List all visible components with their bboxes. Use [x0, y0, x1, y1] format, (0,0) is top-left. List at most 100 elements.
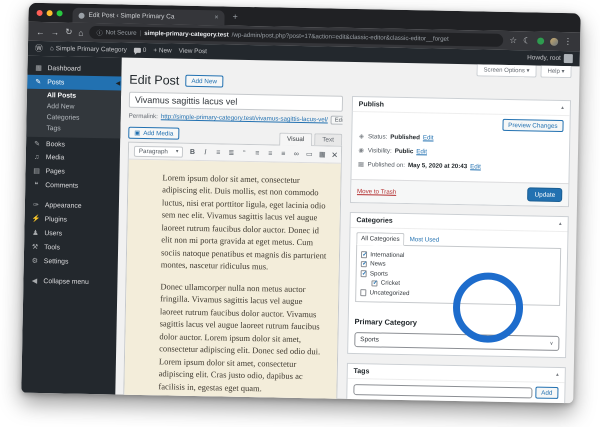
tags-hint: Separate tags with commas — [353, 400, 558, 403]
bookmark-star-icon[interactable]: ☆ — [509, 35, 517, 46]
checkbox-checked[interactable] — [360, 251, 368, 258]
active-menu-arrow-icon: ◀ — [115, 80, 121, 88]
new-tab-button[interactable]: + — [232, 11, 237, 21]
admin-bar-view-post[interactable]: View Post — [179, 48, 207, 56]
howdy-label[interactable]: Howdy, root — [527, 54, 561, 62]
edit-status-link[interactable]: Edit — [423, 133, 434, 143]
checkbox-checked[interactable] — [371, 279, 378, 287]
posts-pin-icon: ✎ — [35, 78, 42, 86]
checkbox-checked[interactable] — [360, 270, 368, 277]
move-to-trash-link[interactable]: Move to Trash — [357, 188, 396, 196]
submenu-tags[interactable]: Tags — [26, 123, 120, 136]
post-title-input[interactable] — [128, 91, 343, 112]
blockquote-icon[interactable]: “ — [240, 149, 248, 156]
back-icon[interactable]: ← — [36, 26, 45, 36]
sidebar-item-comments[interactable]: ❝ Comments — [25, 178, 119, 194]
align-center-icon[interactable]: ≡ — [266, 150, 274, 157]
user-avatar[interactable] — [563, 54, 573, 64]
reload-icon[interactable]: ↻ — [65, 26, 72, 37]
more-tag-icon[interactable]: ▭ — [305, 150, 313, 158]
security-label: Not Secure — [105, 29, 137, 37]
toolbar-toggle-icon[interactable]: ▦ — [318, 150, 326, 158]
tab-text[interactable]: Text — [314, 133, 343, 146]
bulleted-list-icon[interactable]: ≡ — [214, 149, 222, 156]
edit-published-link[interactable]: Edit — [470, 162, 481, 172]
collapse-toggle-icon[interactable]: ▴ — [556, 372, 559, 378]
primary-category-label: Primary Category — [354, 317, 418, 328]
primary-category-select[interactable]: Sports ∨ — [354, 332, 560, 352]
category-label: Uncategorized — [369, 289, 410, 297]
checkbox-unchecked[interactable] — [360, 289, 367, 296]
permalink-edit-button[interactable]: Edit — [330, 115, 343, 125]
pages-icon: ▤ — [33, 167, 40, 175]
update-button[interactable]: Update — [527, 187, 563, 203]
tab-all-categories[interactable]: All Categories — [355, 232, 405, 247]
post-paragraph: Lorem ipsum dolor sit amet, consectetur … — [160, 172, 327, 272]
post-paragraph: Donec ullamcorper nulla non metus auctor… — [158, 281, 321, 394]
align-right-icon[interactable]: ≡ — [279, 150, 287, 157]
add-new-button[interactable]: Add New — [185, 74, 224, 88]
sidebar-item-label: Users — [44, 229, 63, 237]
category-uncategorized[interactable]: Uncategorized — [360, 289, 555, 300]
permalink-label: Permalink: — [128, 112, 158, 121]
dark-mode-extension-icon[interactable]: ☾ — [523, 35, 531, 46]
browser-profile-avatar[interactable] — [549, 37, 558, 46]
sidebar-item-label: Dashboard — [47, 64, 81, 73]
admin-bar-comments[interactable]: 0 — [133, 47, 146, 54]
sidebar-item-collapse-menu[interactable]: ◀ Collapse menu — [23, 274, 117, 290]
tags-input[interactable] — [353, 383, 533, 399]
collapse-toggle-icon[interactable]: ▴ — [559, 221, 562, 227]
tags-metabox: Tags ▴ Add Separate tags with commas Cho… — [345, 363, 566, 404]
close-window-button[interactable] — [36, 9, 43, 16]
sidebar-item-label: Comments — [45, 181, 79, 190]
sidebar-item-label: Media — [45, 154, 65, 162]
admin-bar-new[interactable]: + New — [153, 47, 171, 54]
align-left-icon[interactable]: ≡ — [253, 150, 261, 157]
sidebar-item-label: Settings — [43, 257, 69, 266]
sidebar-item-posts[interactable]: ✎ Posts ◀ — [27, 74, 122, 91]
link-icon[interactable]: ∞ — [292, 150, 300, 157]
sidebar-item-settings[interactable]: ⚙ Settings — [24, 254, 118, 270]
browser-menu-icon[interactable]: ⋮ — [564, 36, 573, 47]
settings-icon: ⚙ — [31, 257, 39, 265]
wordpress-logo-icon[interactable]: Ⓦ — [35, 43, 43, 54]
sidebar-item-label: Tools — [44, 243, 61, 251]
home-icon[interactable]: ⌂ — [78, 27, 83, 37]
italic-icon[interactable]: I — [201, 148, 209, 156]
post-paragraph: Maecenas faucibus mollis interdum. Cras … — [157, 402, 324, 404]
comments-bubble-icon — [133, 47, 141, 53]
format-dropdown[interactable]: Paragraph ▾ — [133, 145, 184, 158]
add-media-button[interactable]: ▣ Add Media — [128, 126, 180, 140]
forward-icon[interactable]: → — [51, 27, 60, 37]
close-tab-icon[interactable]: × — [214, 14, 218, 21]
permalink-url[interactable]: http://simple-primary-category.test/viva… — [161, 113, 328, 123]
green-extension-icon[interactable] — [536, 37, 544, 45]
checkbox-checked[interactable] — [360, 260, 368, 268]
published-on-value: May 5, 2020 at 20:43 — [407, 161, 468, 170]
tab-visual[interactable]: Visual — [278, 132, 313, 147]
category-label: International — [370, 251, 405, 259]
editor-content-area[interactable]: Lorem ipsum dolor sit amet, consectetur … — [124, 159, 341, 404]
screen-options-button[interactable]: Screen Options ▾ — [476, 64, 537, 78]
sidebar-item-label: Books — [46, 140, 66, 148]
edit-visibility-link[interactable]: Edit — [416, 147, 427, 157]
zoom-window-button[interactable] — [56, 9, 63, 16]
plugins-icon: ⚡ — [31, 215, 41, 223]
admin-bar-site-link[interactable]: ⌂ Simple Primary Category — [50, 45, 127, 53]
info-icon[interactable]: ⓘ — [96, 28, 102, 37]
add-tag-button[interactable]: Add — [535, 386, 559, 400]
publish-box-title: Publish — [358, 100, 385, 109]
minimize-window-button[interactable] — [46, 9, 53, 16]
visibility-eye-icon: ◉ — [358, 146, 365, 154]
category-cricket[interactable]: Cricket — [371, 280, 555, 291]
numbered-list-icon[interactable]: ≣ — [227, 149, 235, 157]
bold-icon[interactable]: B — [188, 148, 196, 155]
help-button[interactable]: Help ▾ — [540, 65, 572, 79]
users-icon: ♟ — [32, 229, 39, 237]
preview-changes-button[interactable]: Preview Changes — [502, 118, 564, 133]
tab-most-used[interactable]: Most Used — [405, 234, 445, 246]
favicon — [78, 12, 85, 19]
distraction-free-icon[interactable]: ✕ — [331, 150, 338, 159]
collapse-toggle-icon[interactable]: ▴ — [561, 105, 564, 111]
media-icon: ♫ — [34, 153, 40, 161]
